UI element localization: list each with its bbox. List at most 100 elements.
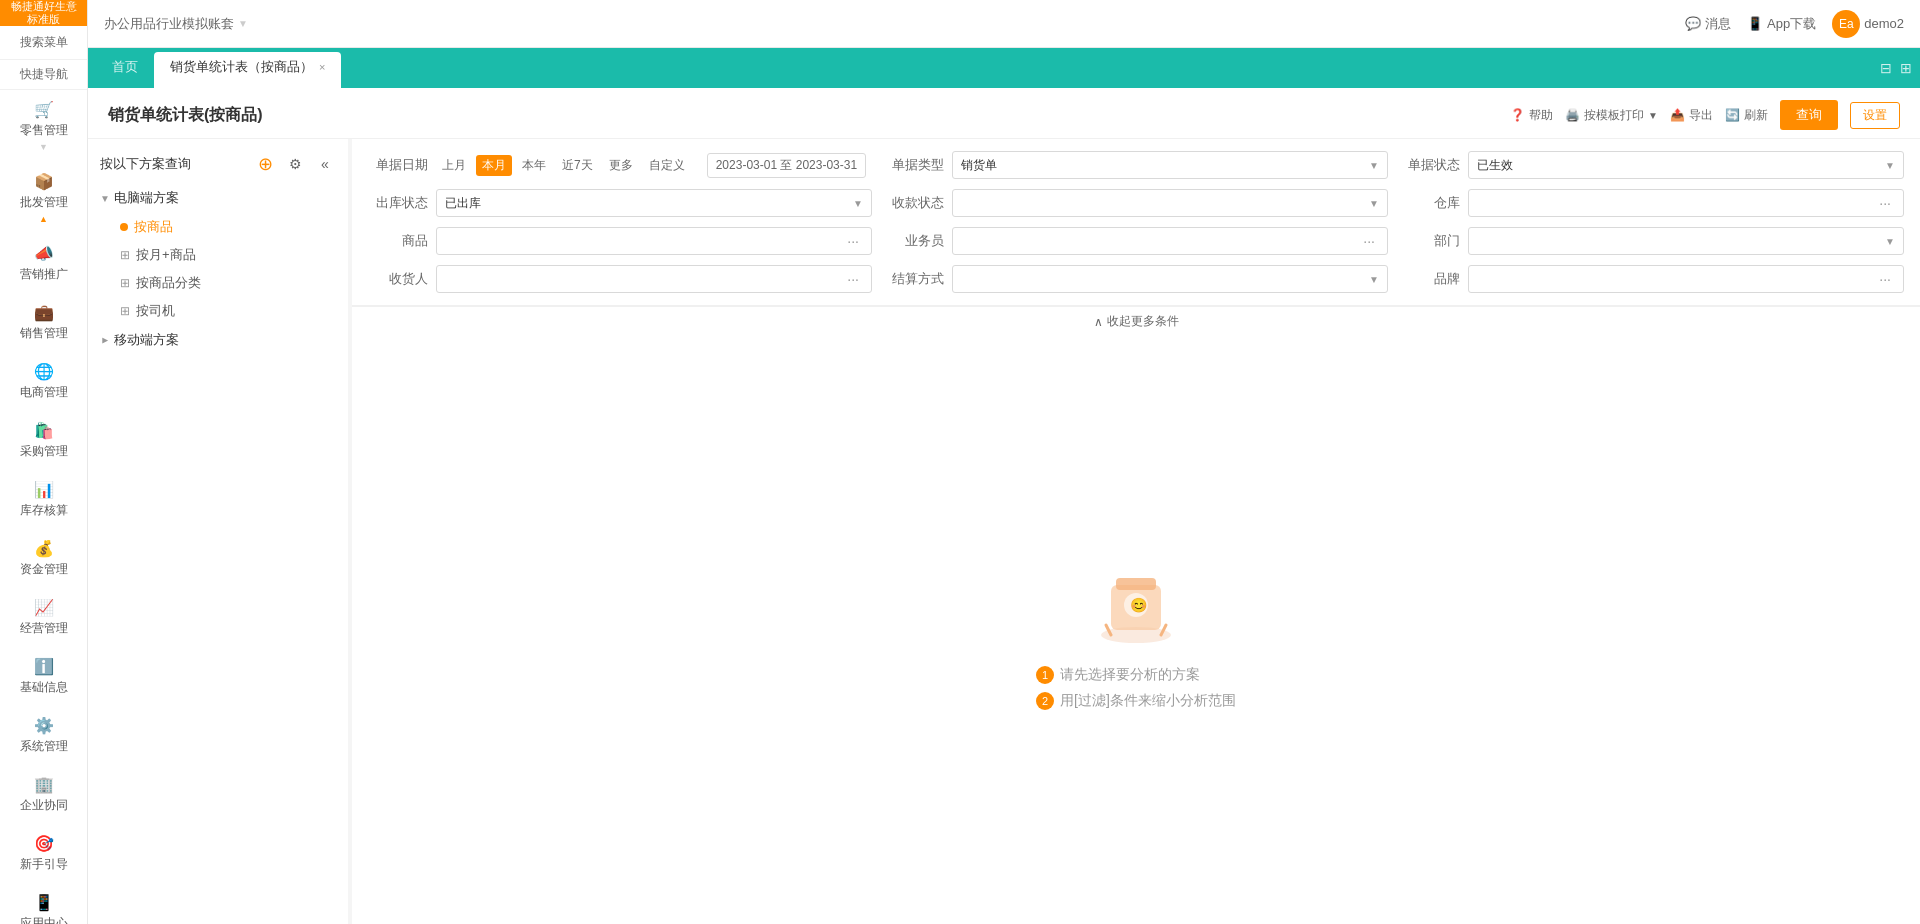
brand-label: 品牌 <box>1400 270 1460 288</box>
tab-sales-stats[interactable]: 销货单统计表（按商品） × <box>154 52 341 88</box>
filter-form: 单据日期 上月 本月 本年 近7天 更多 自定义 2023-03-01 至 20… <box>352 139 1920 306</box>
doc-status-select[interactable]: 已生效 ▼ <box>1468 151 1904 179</box>
help-button[interactable]: ❓ 帮助 <box>1510 107 1553 124</box>
date-tab-this-year[interactable]: 本年 <box>516 155 552 176</box>
payment-chevron: ▼ <box>1369 274 1379 285</box>
recipient-dots[interactable]: ··· <box>843 271 863 287</box>
expand-icon[interactable]: ⊞ <box>1900 60 1912 76</box>
sidebar-item-basic[interactable]: ℹ️ 基础信息 <box>0 647 87 706</box>
appcenter-label: 应用中心 <box>20 915 68 924</box>
username: demo2 <box>1864 16 1904 31</box>
system-icon: ⚙️ <box>34 716 54 735</box>
table-icon-2: ⊞ <box>120 276 130 290</box>
refresh-button[interactable]: 🔄 刷新 <box>1725 107 1768 124</box>
export-button[interactable]: 📤 导出 <box>1670 107 1713 124</box>
salesperson-input[interactable]: ··· <box>952 227 1388 255</box>
sidebar-item-operation[interactable]: 📈 经营管理 <box>0 588 87 647</box>
purchase-label: 采购管理 <box>20 443 68 460</box>
sidebar-item-marketing[interactable]: 📣 营销推广 <box>0 234 87 293</box>
enterprise-label: 企业协同 <box>20 797 68 814</box>
minimize-icon[interactable]: ⊟ <box>1880 60 1892 76</box>
basic-label: 基础信息 <box>20 679 68 696</box>
brand-dots[interactable]: ··· <box>1875 271 1895 287</box>
table-icon-1: ⊞ <box>120 248 130 262</box>
message-button[interactable]: 💬 消息 <box>1685 15 1731 33</box>
warehouse-dots[interactable]: ··· <box>1875 195 1895 211</box>
message-label: 消息 <box>1705 15 1731 33</box>
out-status-select[interactable]: 已出库 ▼ <box>436 189 872 217</box>
print-button[interactable]: 🖨️ 按模板打印 ▼ <box>1565 107 1658 124</box>
dept-select[interactable]: ▼ <box>1468 227 1904 255</box>
user-profile[interactable]: Ea demo2 <box>1832 10 1904 38</box>
wholesale-label: 批发管理 <box>20 194 68 211</box>
collapse-bar[interactable]: ∧ 收起更多条件 <box>352 306 1920 336</box>
sidebar-search[interactable]: 搜索菜单 <box>0 26 87 60</box>
settings-scheme-button[interactable]: ⚙ <box>284 153 306 175</box>
filter-panel-header: 按以下方案查询 ⊕ ⚙ « <box>88 149 348 183</box>
collapse-icon: « <box>321 156 329 172</box>
collapse-up-icon: ∧ <box>1094 315 1103 329</box>
warehouse-input[interactable]: ··· <box>1468 189 1904 217</box>
out-status-chevron: ▼ <box>853 198 863 209</box>
download-icon: 📱 <box>1747 16 1763 31</box>
product-input[interactable]: ··· <box>436 227 872 255</box>
add-scheme-button[interactable]: ⊕ <box>254 153 276 175</box>
date-tab-custom[interactable]: 自定义 <box>643 155 691 176</box>
product-dots[interactable]: ··· <box>843 233 863 249</box>
brand-input[interactable]: ··· <box>1468 265 1904 293</box>
date-tab-this-month[interactable]: 本月 <box>476 155 512 176</box>
recipient-input[interactable]: ··· <box>436 265 872 293</box>
sidebar-logo[interactable]: 畅捷通好生意 标准版 <box>0 0 87 26</box>
receipt-status-label: 收款状态 <box>884 194 944 212</box>
retail-arrow: ▼ <box>39 142 48 152</box>
sidebar-item-finance[interactable]: 💰 资金管理 <box>0 529 87 588</box>
app-download-button[interactable]: 📱 App下载 <box>1747 15 1816 33</box>
scheme-item-by-product[interactable]: 按商品 <box>96 213 340 241</box>
sidebar-item-inventory[interactable]: 📊 库存核算 <box>0 470 87 529</box>
desktop-group-header[interactable]: ▼ 电脑端方案 <box>96 183 340 213</box>
sidebar-quick-nav[interactable]: 快捷导航 <box>0 60 87 90</box>
collapse-panel-button[interactable]: « <box>314 153 336 175</box>
sidebar-item-retail[interactable]: 🛒 零售管理 ▼ <box>0 90 87 162</box>
sidebar-item-appcenter[interactable]: 📱 应用中心 <box>0 883 87 924</box>
inventory-icon: 📊 <box>34 480 54 499</box>
query-button[interactable]: 查询 <box>1780 100 1838 130</box>
date-tab-7days[interactable]: 近7天 <box>556 155 599 176</box>
scheme-item-by-category[interactable]: ⊞ 按商品分类 <box>96 269 340 297</box>
date-tab-more[interactable]: 更多 <box>603 155 639 176</box>
sidebar-item-system[interactable]: ⚙️ 系统管理 <box>0 706 87 765</box>
page-header: 销货单统计表(按商品) ❓ 帮助 🖨️ 按模板打印 ▼ 📤 导出 🔄 刷新 <box>88 88 1920 139</box>
newbie-label: 新手引导 <box>20 856 68 873</box>
receipt-status-select[interactable]: ▼ <box>952 189 1388 217</box>
mobile-group-header[interactable]: ▼ 移动端方案 <box>96 325 340 355</box>
print-label: 按模板打印 <box>1584 107 1644 124</box>
ecommerce-label: 电商管理 <box>20 384 68 401</box>
date-tab-last-month[interactable]: 上月 <box>436 155 472 176</box>
settings-button[interactable]: 设置 <box>1850 102 1900 129</box>
sidebar-item-purchase[interactable]: 🛍️ 采购管理 <box>0 411 87 470</box>
sales-icon: 💼 <box>34 303 54 322</box>
account-dropdown[interactable]: 办公用品行业模拟账套 ▼ <box>104 15 248 33</box>
scheme-item-by-month-product[interactable]: ⊞ 按月+商品 <box>96 241 340 269</box>
system-label: 系统管理 <box>20 738 68 755</box>
warehouse-label: 仓库 <box>1400 194 1460 212</box>
doc-type-select[interactable]: 销货单 ▼ <box>952 151 1388 179</box>
finance-icon: 💰 <box>34 539 54 558</box>
close-tab-icon[interactable]: × <box>319 61 325 73</box>
dept-chevron: ▼ <box>1885 236 1895 247</box>
sidebar-item-newbie[interactable]: 🎯 新手引导 <box>0 824 87 883</box>
date-range-display[interactable]: 2023-03-01 至 2023-03-31 <box>707 153 866 178</box>
payment-select[interactable]: ▼ <box>952 265 1388 293</box>
sidebar: 畅捷通好生意 标准版 搜索菜单 快捷导航 🛒 零售管理 ▼ 📦 批发管理 ▲ 📣… <box>0 0 88 924</box>
collapse-label: 收起更多条件 <box>1107 313 1179 330</box>
scheme-item-by-cashier[interactable]: ⊞ 按司机 <box>96 297 340 325</box>
tab-home[interactable]: 首页 <box>96 48 154 88</box>
sidebar-item-wholesale[interactable]: 📦 批发管理 ▲ <box>0 162 87 234</box>
sidebar-item-ecommerce[interactable]: 🌐 电商管理 <box>0 352 87 411</box>
operation-label: 经营管理 <box>20 620 68 637</box>
sidebar-item-enterprise[interactable]: 🏢 企业协同 <box>0 765 87 824</box>
sidebar-item-sales[interactable]: 💼 销售管理 <box>0 293 87 352</box>
avatar: Ea <box>1832 10 1860 38</box>
salesperson-dots[interactable]: ··· <box>1359 233 1379 249</box>
filter-row-2: 出库状态 已出库 ▼ 收款状态 ▼ <box>368 189 1904 217</box>
